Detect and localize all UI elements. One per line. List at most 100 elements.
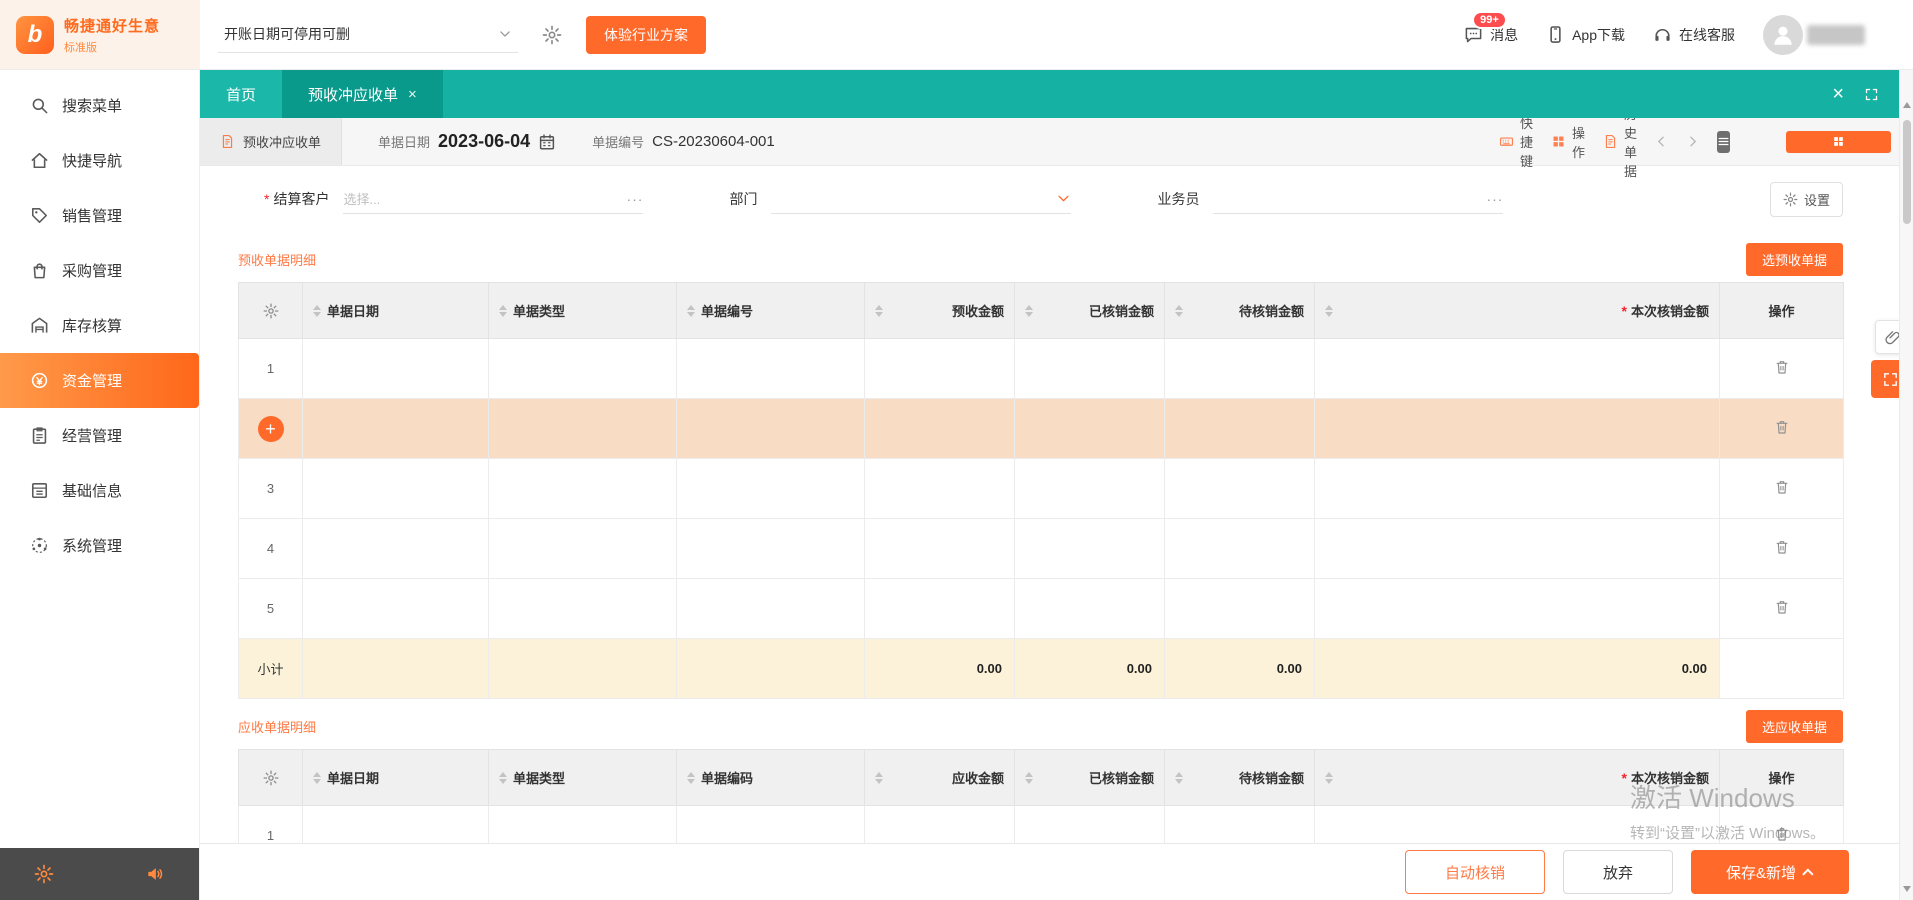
- sort-icon[interactable]: [687, 305, 695, 317]
- sort-icon[interactable]: [1025, 772, 1033, 784]
- opening-date-select[interactable]: 开账日期可停用可删: [218, 16, 518, 53]
- table-cell[interactable]: [1165, 519, 1315, 579]
- add-row-button[interactable]: +: [258, 416, 284, 442]
- table-cell[interactable]: [1015, 519, 1165, 579]
- close-icon[interactable]: ×: [1832, 84, 1844, 104]
- table-cell[interactable]: [1015, 339, 1165, 399]
- table-cell[interactable]: [865, 399, 1015, 459]
- date-value[interactable]: 2023-06-04: [438, 131, 530, 152]
- column-header[interactable]: 已核销金额: [1015, 750, 1165, 806]
- vertical-scrollbar[interactable]: [1899, 70, 1913, 900]
- delete-row-icon[interactable]: [1774, 479, 1790, 495]
- column-header[interactable]: 单据日期: [303, 750, 489, 806]
- column-header[interactable]: 单据编码: [677, 750, 865, 806]
- sort-icon[interactable]: [1325, 305, 1333, 317]
- sidebar-item-bag[interactable]: 采购管理: [0, 243, 199, 298]
- table-cell[interactable]: [677, 806, 865, 844]
- table-cell[interactable]: [1315, 579, 1720, 639]
- sidebar-item-tag[interactable]: 销售管理: [0, 188, 199, 243]
- scroll-down-arrow[interactable]: [1903, 886, 1911, 892]
- select-prepaid-docs-button[interactable]: 选预收单据: [1746, 243, 1843, 276]
- shortcut-keys-button[interactable]: 快捷键: [1499, 118, 1533, 170]
- column-header[interactable]: 待核销金额: [1165, 283, 1315, 339]
- delete-row-icon[interactable]: [1774, 419, 1790, 435]
- delete-row-icon[interactable]: [1774, 359, 1790, 375]
- settings-button[interactable]: 设置: [1770, 182, 1843, 217]
- grid-view-toggle[interactable]: [1786, 131, 1891, 153]
- scrollbar-thumb[interactable]: [1903, 120, 1911, 224]
- auto-writeoff-button[interactable]: 自动核销: [1405, 850, 1545, 894]
- gear-icon[interactable]: [542, 25, 562, 45]
- speaker-icon[interactable]: [145, 864, 165, 884]
- delete-row-icon[interactable]: [1774, 599, 1790, 615]
- close-tab-icon[interactable]: ×: [408, 87, 417, 102]
- sidebar-item-home[interactable]: 快捷导航: [0, 133, 199, 188]
- sidebar-item-archive[interactable]: 基础信息: [0, 463, 199, 518]
- table-cell[interactable]: [1315, 806, 1720, 844]
- table-cell[interactable]: [489, 399, 677, 459]
- sort-icon[interactable]: [499, 305, 507, 317]
- column-settings-button[interactable]: [239, 283, 303, 339]
- user-menu[interactable]: [1763, 15, 1865, 55]
- customer-input[interactable]: 选择... ···: [343, 184, 643, 214]
- table-cell[interactable]: [303, 519, 489, 579]
- table-cell[interactable]: [1315, 399, 1720, 459]
- table-cell[interactable]: [677, 579, 865, 639]
- column-header[interactable]: *本次核销金额: [1315, 750, 1720, 806]
- column-header[interactable]: 单据类型: [489, 283, 677, 339]
- table-cell[interactable]: [489, 806, 677, 844]
- table-cell[interactable]: [677, 459, 865, 519]
- calendar-icon[interactable]: [538, 133, 556, 151]
- table-cell[interactable]: [303, 339, 489, 399]
- table-cell[interactable]: [1165, 579, 1315, 639]
- sidebar-item-system[interactable]: 系统管理: [0, 518, 199, 573]
- sort-icon[interactable]: [1175, 305, 1183, 317]
- expand-icon[interactable]: [1864, 87, 1879, 102]
- department-select[interactable]: [771, 184, 1071, 214]
- chevron-right-icon[interactable]: [1686, 135, 1699, 148]
- delete-row-icon[interactable]: [1774, 539, 1790, 555]
- document-tab[interactable]: 预收冲应收单: [200, 118, 342, 165]
- salesman-input[interactable]: ···: [1213, 184, 1503, 214]
- column-header[interactable]: 预收金额: [865, 283, 1015, 339]
- sort-icon[interactable]: [313, 305, 321, 317]
- gear-icon[interactable]: [34, 864, 54, 884]
- doc-number-value[interactable]: CS-20230604-001: [652, 133, 775, 150]
- trial-plan-button[interactable]: 体验行业方案: [586, 16, 706, 54]
- table-cell[interactable]: [865, 519, 1015, 579]
- table-cell[interactable]: [1015, 459, 1165, 519]
- table-cell[interactable]: [677, 399, 865, 459]
- table-cell[interactable]: [865, 579, 1015, 639]
- messages-button[interactable]: 99+ 消息: [1464, 25, 1518, 45]
- table-cell[interactable]: [303, 399, 489, 459]
- table-cell[interactable]: [1315, 519, 1720, 579]
- column-header[interactable]: 待核销金额: [1165, 750, 1315, 806]
- sort-icon[interactable]: [1025, 305, 1033, 317]
- more-icon[interactable]: ···: [626, 191, 643, 207]
- scroll-up-arrow[interactable]: [1903, 102, 1911, 108]
- sort-icon[interactable]: [1175, 772, 1183, 784]
- chevron-left-icon[interactable]: [1655, 135, 1668, 148]
- table-cell[interactable]: [489, 519, 677, 579]
- online-service-button[interactable]: 在线客服: [1653, 25, 1735, 45]
- column-header[interactable]: *本次核销金额: [1315, 283, 1720, 339]
- more-icon[interactable]: ···: [1486, 191, 1503, 207]
- column-settings-button[interactable]: [239, 750, 303, 806]
- sidebar-item-warehouse[interactable]: 库存核算: [0, 298, 199, 353]
- table-cell[interactable]: [677, 339, 865, 399]
- table-cell[interactable]: [865, 339, 1015, 399]
- sort-icon[interactable]: [687, 772, 695, 784]
- table-cell[interactable]: [489, 339, 677, 399]
- sort-icon[interactable]: [1325, 772, 1333, 784]
- select-receivable-docs-button[interactable]: 选应收单据: [1746, 710, 1843, 743]
- table-cell[interactable]: [303, 579, 489, 639]
- sidebar-item-clipboard[interactable]: 经营管理: [0, 408, 199, 463]
- sidebar-item-coins[interactable]: 资金管理: [0, 353, 199, 408]
- table-cell[interactable]: [303, 806, 489, 844]
- tab-home[interactable]: 首页: [200, 70, 282, 118]
- history-docs-button[interactable]: 历史单据: [1603, 118, 1637, 180]
- table-cell[interactable]: [1015, 806, 1165, 844]
- column-header[interactable]: 单据类型: [489, 750, 677, 806]
- save-and-new-button[interactable]: 保存&新增: [1691, 850, 1849, 894]
- sort-icon[interactable]: [875, 305, 883, 317]
